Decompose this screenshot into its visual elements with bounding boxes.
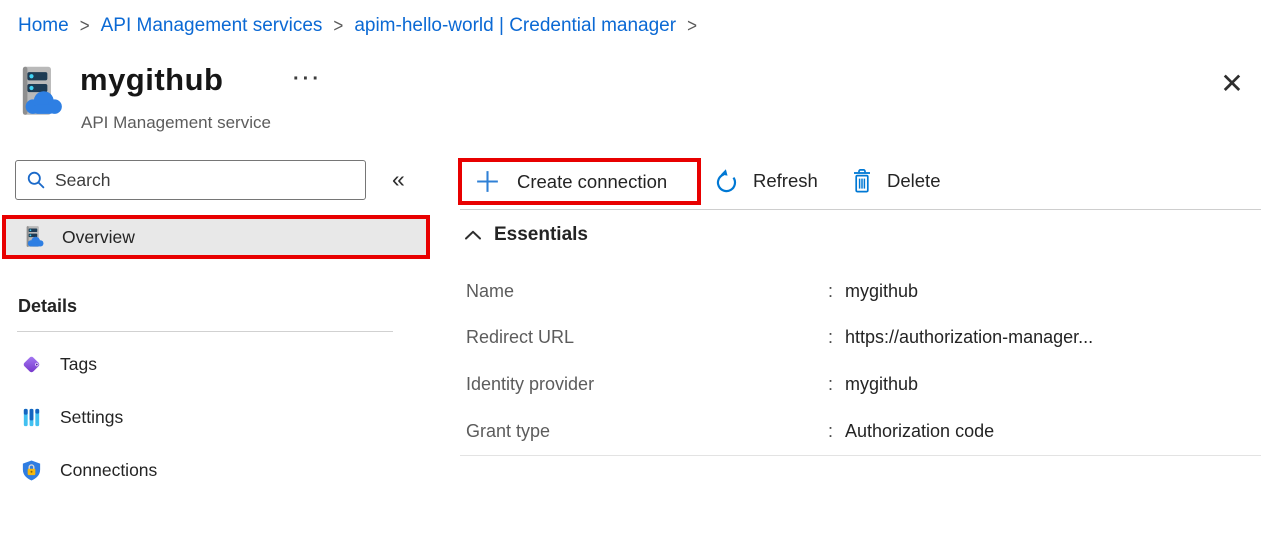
create-connection-button[interactable]: Create connection (458, 158, 701, 205)
breadcrumb-home[interactable]: Home (18, 15, 69, 37)
field-value: Authorization code (845, 420, 995, 441)
refresh-button[interactable]: Refresh (713, 161, 818, 201)
essentials-header[interactable]: Essentials (464, 224, 588, 246)
sidebar-item-label: Connections (60, 459, 158, 480)
delete-button[interactable]: Delete (850, 161, 940, 201)
breadcrumb: Home > API Management services > apim-he… (18, 15, 697, 37)
essentials-row-identity-provider: Identity provider : mygithub (466, 370, 1260, 398)
sidebar-item-overview[interactable]: Overview (2, 215, 430, 259)
delete-label: Delete (887, 170, 941, 191)
sidebar-item-connections[interactable]: Connections (2, 453, 422, 487)
colon-separator: : (828, 420, 834, 441)
plus-icon (473, 167, 502, 196)
api-management-icon (22, 225, 47, 250)
field-value: mygithub (845, 280, 919, 301)
breadcrumb-credential-manager[interactable]: apim-hello-world | Credential manager (354, 15, 676, 37)
field-value: https://authorization-manager... (845, 326, 1094, 347)
essentials-row-redirect-url: Redirect URL : https://authorization-man… (466, 323, 1260, 351)
refresh-label: Refresh (753, 170, 818, 191)
colon-separator: : (828, 373, 834, 394)
search-input-container (15, 160, 366, 200)
field-label: Grant type (466, 420, 551, 441)
create-connection-label: Create connection (517, 170, 668, 192)
shield-lock-icon (20, 459, 43, 482)
divider (17, 331, 393, 332)
field-label: Identity provider (466, 373, 595, 394)
sidebar-item-label: Settings (60, 406, 124, 427)
essentials-row-grant-type: Grant type : Authorization code (466, 417, 1260, 445)
more-options-icon[interactable]: ··· (293, 68, 322, 91)
sidebar-item-label: Overview (62, 226, 135, 247)
field-label: Redirect URL (466, 326, 575, 347)
essentials-row-name: Name : mygithub (466, 277, 1260, 305)
sidebar-item-tags[interactable]: Tags (2, 347, 422, 381)
collapse-sidebar-icon[interactable]: « (386, 164, 411, 195)
colon-separator: : (828, 280, 834, 301)
chevron-right-icon: > (687, 14, 698, 37)
essentials-title: Essentials (494, 224, 588, 245)
sidebar-section-details: Details (18, 296, 78, 316)
field-value: mygithub (845, 373, 919, 394)
breadcrumb-apim-services[interactable]: API Management services (101, 15, 323, 37)
chevron-up-icon (464, 230, 482, 240)
field-label: Name (466, 280, 515, 301)
sliders-icon (20, 406, 43, 429)
page-title: mygithub (80, 62, 224, 97)
search-input[interactable] (55, 169, 355, 191)
search-icon (26, 170, 46, 190)
divider (460, 209, 1261, 210)
page-subtitle: API Management service (81, 113, 271, 132)
close-icon[interactable]: ✕ (1208, 60, 1256, 106)
chevron-right-icon: > (79, 14, 90, 37)
divider (460, 455, 1261, 456)
sidebar-item-settings[interactable]: Settings (2, 400, 422, 434)
api-management-icon (12, 64, 70, 122)
tag-icon (20, 353, 43, 376)
refresh-icon (713, 168, 740, 195)
sidebar-item-label: Tags (60, 353, 97, 374)
trash-icon (850, 168, 874, 194)
chevron-right-icon: > (333, 14, 344, 37)
colon-separator: : (828, 326, 834, 347)
